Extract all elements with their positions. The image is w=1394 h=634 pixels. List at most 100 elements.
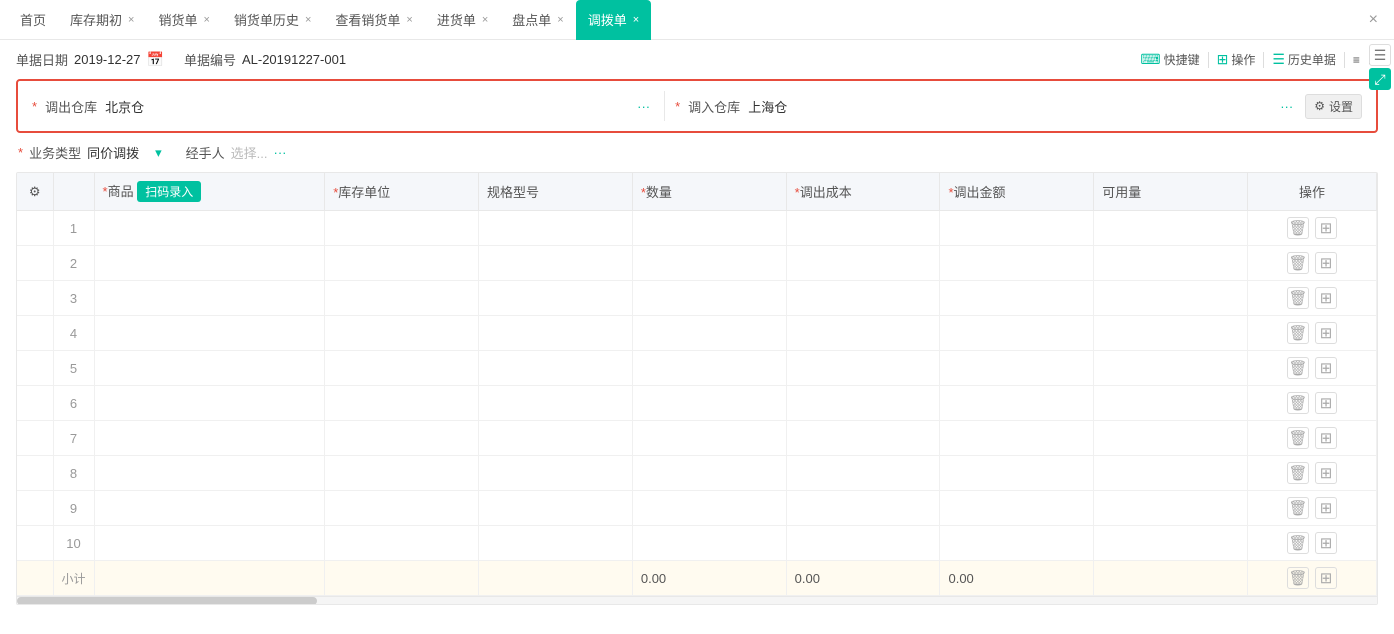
tab-stocktake[interactable]: 盘点单 × bbox=[500, 0, 575, 40]
table-cell-product-5[interactable] bbox=[94, 351, 325, 386]
table-cell-product-3[interactable] bbox=[94, 281, 325, 316]
table-cell-qty-10[interactable] bbox=[632, 526, 786, 561]
table-cell-product-10[interactable] bbox=[94, 526, 325, 561]
table-cell-cost-7[interactable] bbox=[786, 421, 940, 456]
copy-icon-10[interactable]: ⊞ bbox=[1315, 532, 1337, 554]
table-cell-cost-1[interactable] bbox=[786, 211, 940, 246]
delete-icon-8[interactable]: 🗑 bbox=[1287, 462, 1309, 484]
delete-icon-6[interactable]: 🗑 bbox=[1287, 392, 1309, 414]
table-cell-product-9[interactable] bbox=[94, 491, 325, 526]
tab-close-sales-history[interactable]: × bbox=[305, 14, 311, 26]
table-cell-spec-11[interactable] bbox=[479, 561, 633, 596]
table-cell-amount-5[interactable] bbox=[940, 351, 1094, 386]
calendar-icon[interactable]: 📅 bbox=[147, 51, 164, 68]
table-cell-product-8[interactable] bbox=[94, 456, 325, 491]
table-cell-amount-7[interactable] bbox=[940, 421, 1094, 456]
col-header-gear[interactable]: ⚙ bbox=[17, 173, 53, 211]
delete-icon-2[interactable]: 🗑 bbox=[1287, 252, 1309, 274]
table-cell-amount-11[interactable]: 0.00 bbox=[940, 561, 1094, 596]
delete-icon-5[interactable]: 🗑 bbox=[1287, 357, 1309, 379]
in-warehouse-more[interactable]: ··· bbox=[1276, 99, 1297, 114]
table-cell-qty-1[interactable] bbox=[632, 211, 786, 246]
table-cell-cost-2[interactable] bbox=[786, 246, 940, 281]
delete-icon-10[interactable]: 🗑 bbox=[1287, 532, 1309, 554]
table-cell-qty-2[interactable] bbox=[632, 246, 786, 281]
table-cell-unit-2[interactable] bbox=[325, 246, 479, 281]
tab-home[interactable]: 首页 bbox=[8, 0, 58, 40]
tab-view-sales[interactable]: 查看销货单 × bbox=[323, 0, 424, 40]
copy-icon-4[interactable]: ⊞ bbox=[1315, 322, 1337, 344]
delete-icon-7[interactable]: 🗑 bbox=[1287, 427, 1309, 449]
operation-action[interactable]: ⊞ 操作 bbox=[1217, 51, 1256, 68]
tab-close-stocktake[interactable]: × bbox=[557, 14, 563, 26]
table-cell-unit-7[interactable] bbox=[325, 421, 479, 456]
tab-transfer[interactable]: 调拨单 × bbox=[576, 0, 651, 40]
table-cell-cost-6[interactable] bbox=[786, 386, 940, 421]
table-cell-spec-6[interactable] bbox=[479, 386, 633, 421]
table-cell-product-6[interactable] bbox=[94, 386, 325, 421]
table-cell-unit-11[interactable] bbox=[325, 561, 479, 596]
tab-bar-close-button[interactable]: × bbox=[1361, 11, 1386, 29]
table-cell-cost-4[interactable] bbox=[786, 316, 940, 351]
history-action[interactable]: ☰ 历史单据 bbox=[1272, 51, 1336, 68]
table-cell-cost-11[interactable]: 0.00 bbox=[786, 561, 940, 596]
settings-button[interactable]: ⚙ 设置 bbox=[1305, 94, 1362, 119]
scroll-thumb[interactable] bbox=[17, 597, 317, 605]
table-cell-spec-10[interactable] bbox=[479, 526, 633, 561]
tab-close-view-sales[interactable]: × bbox=[406, 14, 412, 26]
copy-icon-9[interactable]: ⊞ bbox=[1315, 497, 1337, 519]
table-cell-product-11[interactable] bbox=[94, 561, 325, 596]
copy-icon-6[interactable]: ⊞ bbox=[1315, 392, 1337, 414]
table-cell-unit-3[interactable] bbox=[325, 281, 479, 316]
table-cell-cost-10[interactable] bbox=[786, 526, 940, 561]
tab-close-transfer[interactable]: × bbox=[633, 14, 639, 26]
copy-icon-1[interactable]: ⊞ bbox=[1315, 217, 1337, 239]
table-cell-product-7[interactable] bbox=[94, 421, 325, 456]
copy-icon-7[interactable]: ⊞ bbox=[1315, 427, 1337, 449]
table-cell-qty-4[interactable] bbox=[632, 316, 786, 351]
table-cell-amount-2[interactable] bbox=[940, 246, 1094, 281]
table-cell-amount-10[interactable] bbox=[940, 526, 1094, 561]
table-cell-spec-8[interactable] bbox=[479, 456, 633, 491]
delete-icon-4[interactable]: 🗑 bbox=[1287, 322, 1309, 344]
shortcut-action[interactable]: ⌨ 快捷键 bbox=[1140, 51, 1199, 68]
table-cell-spec-1[interactable] bbox=[479, 211, 633, 246]
table-cell-spec-2[interactable] bbox=[479, 246, 633, 281]
copy-icon-3[interactable]: ⊞ bbox=[1315, 287, 1337, 309]
table-cell-spec-7[interactable] bbox=[479, 421, 633, 456]
table-cell-product-1[interactable] bbox=[94, 211, 325, 246]
copy-icon-8[interactable]: ⊞ bbox=[1315, 462, 1337, 484]
table-cell-spec-4[interactable] bbox=[479, 316, 633, 351]
table-cell-unit-1[interactable] bbox=[325, 211, 479, 246]
table-cell-spec-9[interactable] bbox=[479, 491, 633, 526]
table-cell-spec-3[interactable] bbox=[479, 281, 633, 316]
tab-close-sales-order[interactable]: × bbox=[203, 14, 209, 26]
copy-icon-5[interactable]: ⊞ bbox=[1315, 357, 1337, 379]
table-gear-icon[interactable]: ⚙ bbox=[29, 184, 41, 199]
table-cell-amount-1[interactable] bbox=[940, 211, 1094, 246]
delete-icon-1[interactable]: 🗑 bbox=[1287, 217, 1309, 239]
out-warehouse-more[interactable]: ··· bbox=[633, 99, 654, 114]
table-cell-amount-6[interactable] bbox=[940, 386, 1094, 421]
copy-icon-11[interactable]: ⊞ bbox=[1315, 567, 1337, 589]
table-cell-cost-9[interactable] bbox=[786, 491, 940, 526]
table-cell-spec-5[interactable] bbox=[479, 351, 633, 386]
biz-type-dropdown[interactable]: ▾ bbox=[151, 145, 166, 161]
table-cell-product-4[interactable] bbox=[94, 316, 325, 351]
tab-inventory-init[interactable]: 库存期初 × bbox=[58, 0, 146, 40]
table-cell-amount-4[interactable] bbox=[940, 316, 1094, 351]
table-cell-qty-5[interactable] bbox=[632, 351, 786, 386]
tab-close-purchase[interactable]: × bbox=[482, 14, 488, 26]
person-placeholder[interactable]: 选择... bbox=[231, 143, 268, 162]
table-cell-cost-8[interactable] bbox=[786, 456, 940, 491]
panel-list-button[interactable]: ☰ bbox=[1369, 44, 1391, 66]
table-cell-unit-5[interactable] bbox=[325, 351, 479, 386]
table-cell-cost-5[interactable] bbox=[786, 351, 940, 386]
table-cell-product-2[interactable] bbox=[94, 246, 325, 281]
table-cell-amount-9[interactable] bbox=[940, 491, 1094, 526]
horizontal-scrollbar[interactable] bbox=[17, 596, 1377, 604]
table-cell-qty-11[interactable]: 0.00 bbox=[632, 561, 786, 596]
table-cell-unit-4[interactable] bbox=[325, 316, 479, 351]
delete-icon-11[interactable]: 🗑 bbox=[1287, 567, 1309, 589]
table-cell-unit-6[interactable] bbox=[325, 386, 479, 421]
